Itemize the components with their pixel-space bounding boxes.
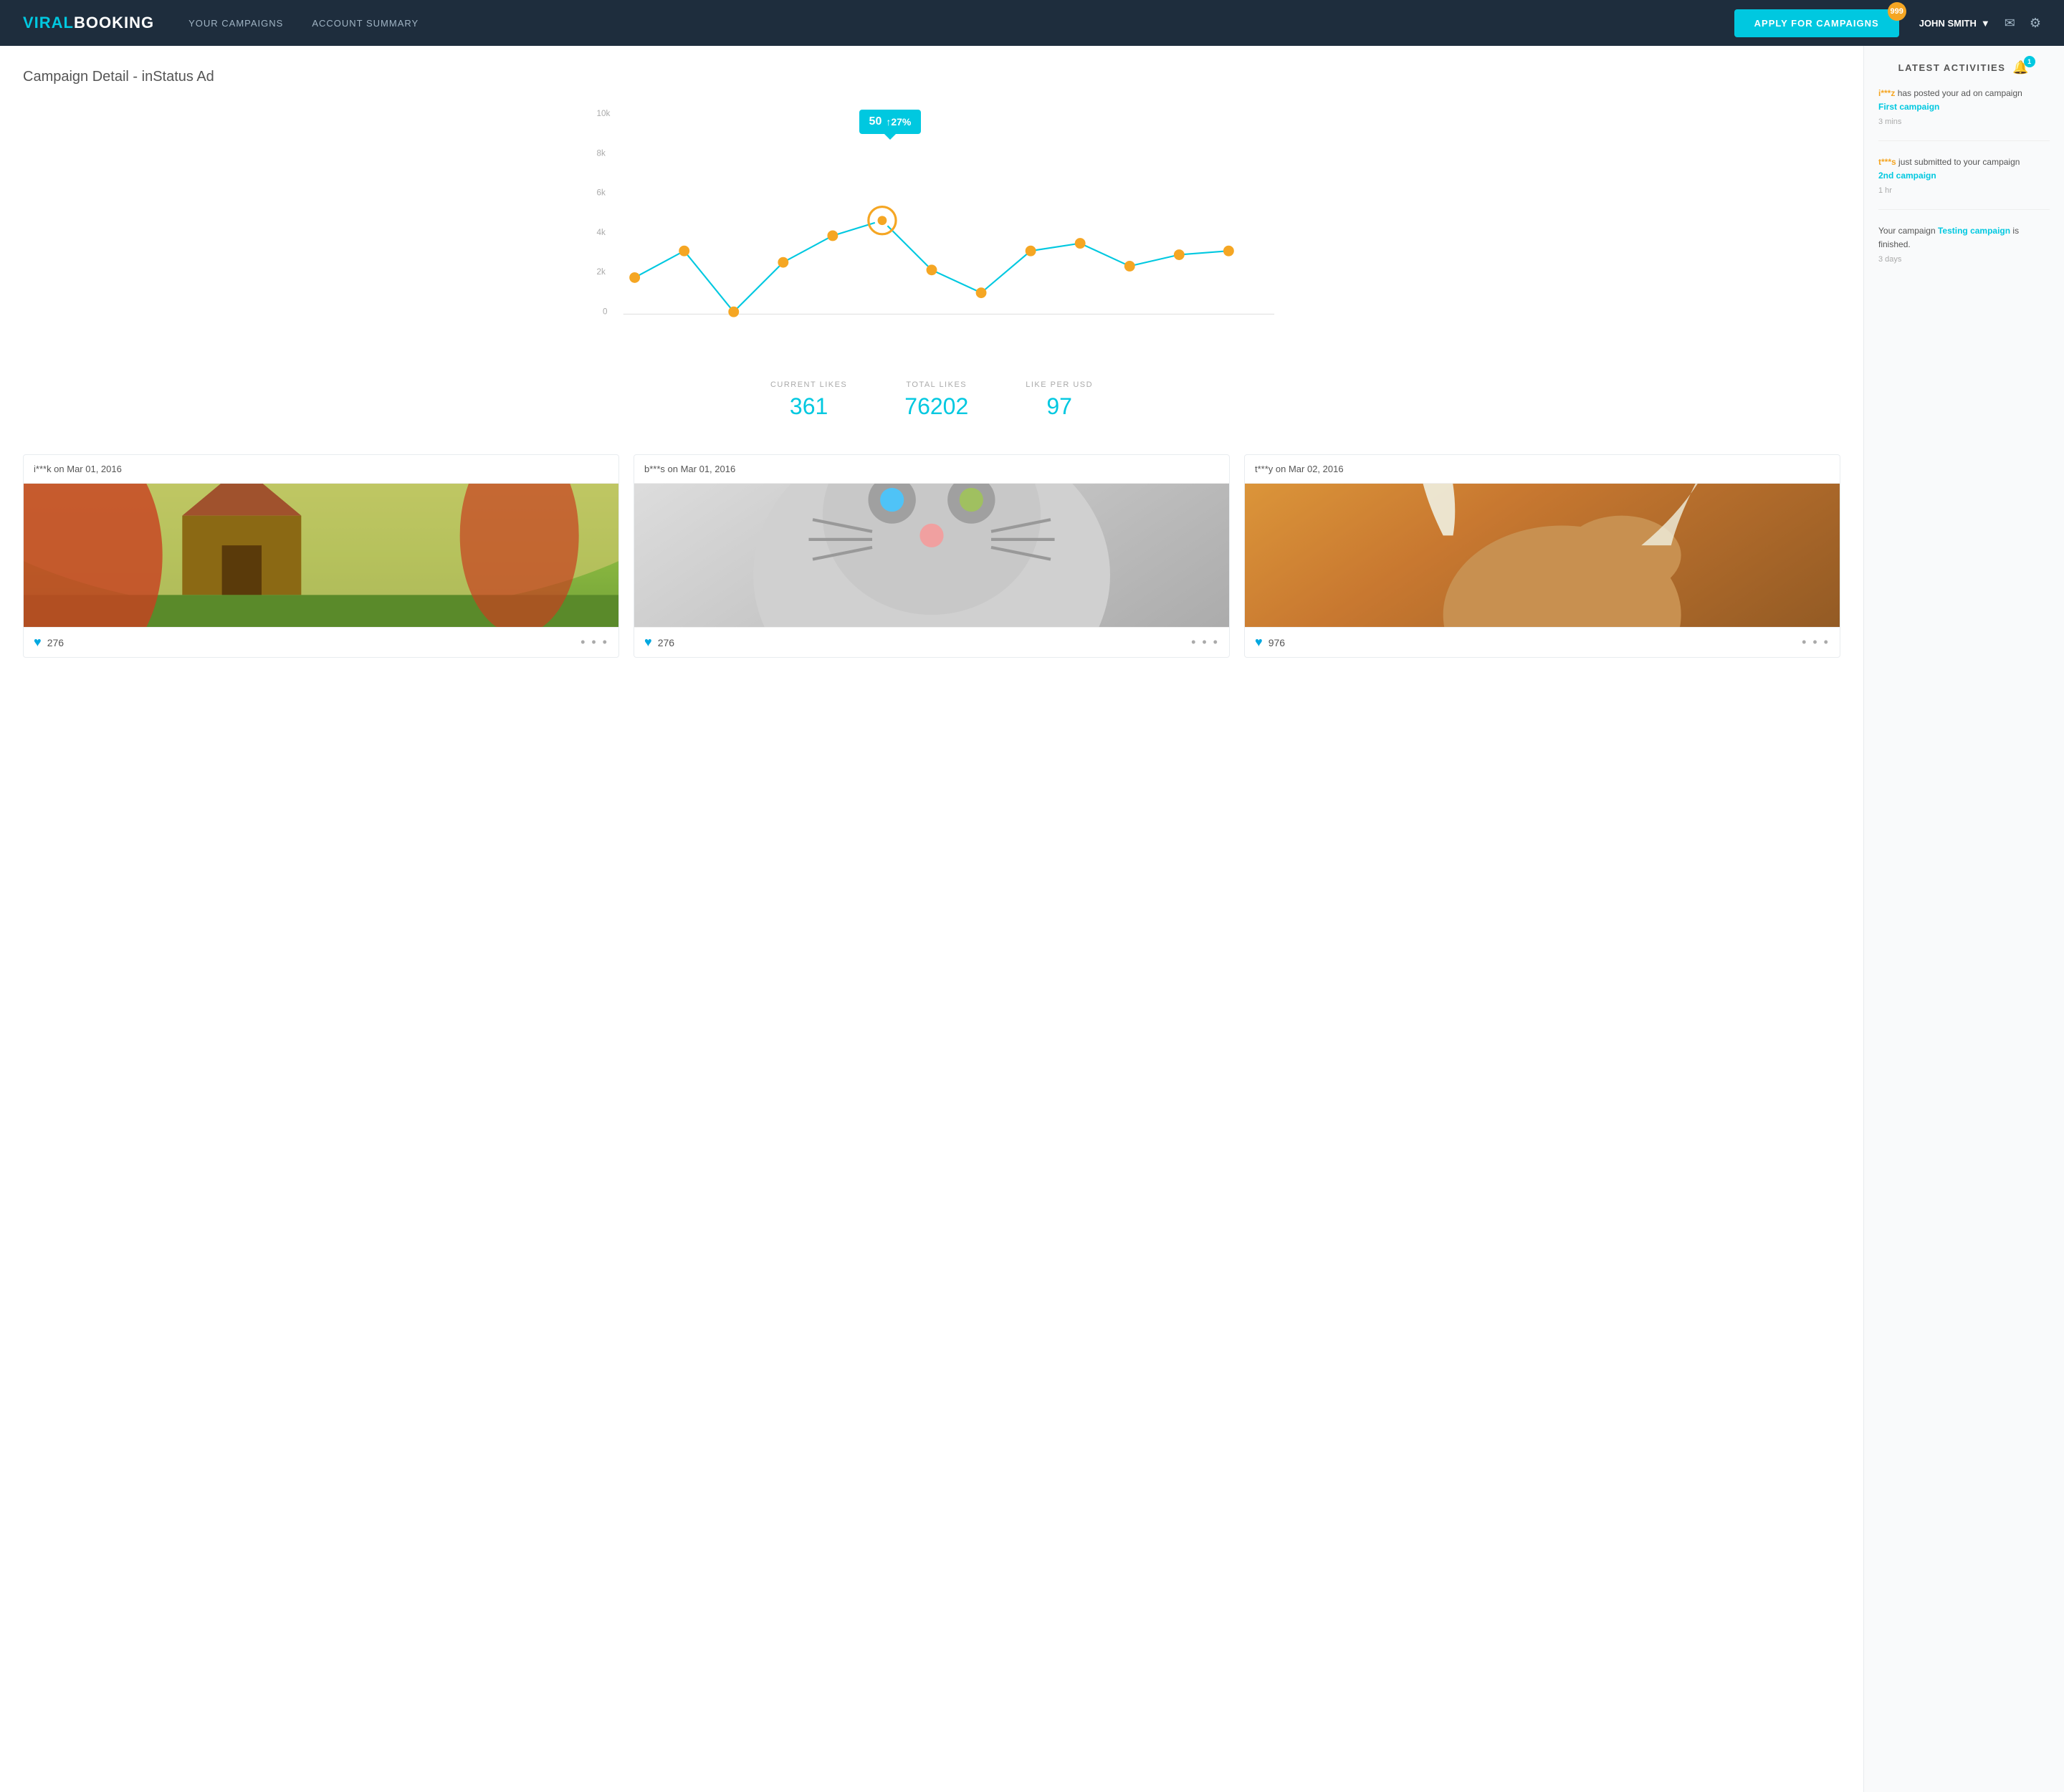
stat-value-total-likes: 76202 (904, 393, 968, 420)
card-cat-header: b***s on Mar 01, 2016 (634, 455, 1229, 484)
card-farm: i***k on Mar 01, 2016 (23, 454, 619, 658)
activity-action-text-0: has posted your ad on campaign (1898, 88, 2022, 98)
tooltip-arrow (884, 134, 896, 140)
tooltip-percent: ↑27% (886, 116, 911, 128)
username-text: JOHN SMITH (1919, 18, 1977, 29)
chart-dot-6 (927, 264, 937, 275)
card-horse: t***y on Mar 02, 2016 (1244, 454, 1840, 658)
y-label-4k: 4k (597, 228, 606, 237)
chart-svg: 10k 8k 6k 4k 2k 0 (23, 102, 1840, 346)
activity-link-2[interactable]: Testing campaign (1938, 226, 2010, 236)
apply-btn-wrapper: APPLY FOR CAMPAIGNS 999 (1734, 9, 1899, 37)
chart-dot-active-core (878, 216, 887, 225)
heart-icon-farm: ♥ (34, 635, 42, 650)
activity-user-1: t***s (1878, 157, 1896, 167)
card-horse-image (1245, 484, 1840, 627)
stats-row: CURRENT LIKES 361 TOTAL LIKES 76202 LIKE… (23, 369, 1840, 431)
chart-dot-11 (1174, 249, 1185, 260)
apply-for-campaigns-button[interactable]: APPLY FOR CAMPAIGNS (1734, 9, 1899, 37)
card-horse-likes: ♥ 976 (1255, 635, 1285, 650)
y-label-2k: 2k (597, 267, 606, 277)
gear-icon[interactable]: ⚙ (2030, 16, 2041, 31)
navbar-user: JOHN SMITH ▼ ✉ ⚙ (1919, 16, 2041, 31)
stat-value-like-per-usd: 97 (1026, 393, 1093, 420)
stat-label-current-likes: CURRENT LIKES (770, 380, 847, 389)
card-farm-image (24, 484, 618, 627)
apply-badge: 999 (1888, 2, 1906, 21)
card-farm-likes: ♥ 276 (34, 635, 64, 650)
activity-item-0: i***z has posted your ad on campaign Fir… (1878, 87, 2050, 141)
activity-time-1: 1 hr (1878, 185, 2050, 198)
chart-dot-4 (827, 231, 838, 241)
chart-dot-3 (778, 257, 788, 268)
stat-total-likes: TOTAL LIKES 76202 (904, 380, 968, 420)
stat-current-likes: CURRENT LIKES 361 (770, 380, 847, 420)
y-label-6k: 6k (597, 188, 606, 198)
activity-text-before-2: Your campaign (1878, 226, 1938, 236)
sidebar: LATEST ACTIVITIES 🔔 1 i***z has posted y… (1863, 46, 2064, 1792)
brand-viral: VIRAL (23, 14, 74, 32)
y-label-0: 0 (603, 307, 608, 316)
activity-link-1[interactable]: 2nd campaign (1878, 171, 1936, 181)
navbar: VIRALBOOKING YOUR CAMPAIGNS ACCOUNT SUMM… (0, 0, 2064, 46)
card-cat: b***s on Mar 01, 2016 (634, 454, 1230, 658)
activity-link-0[interactable]: First campaign (1878, 102, 1939, 112)
sidebar-title: LATEST ACTIVITIES 🔔 1 (1878, 60, 2050, 75)
username-dropdown[interactable]: JOHN SMITH ▼ (1919, 18, 1990, 29)
card-horse-footer: ♥ 976 • • • (1245, 627, 1840, 657)
page-layout: Campaign Detail - inStatus Ad 50 ↑27% 10… (0, 46, 2064, 1792)
sidebar-title-text: LATEST ACTIVITIES (1898, 62, 2006, 73)
brand-booking: BOOKING (74, 14, 154, 32)
bell-badge: 1 (2024, 56, 2035, 67)
card-horse-like-count: 976 (1268, 637, 1285, 648)
activity-user-0: i***z (1878, 88, 1895, 98)
card-cat-like-count: 276 (658, 637, 674, 648)
card-horse-header: t***y on Mar 02, 2016 (1245, 455, 1840, 484)
more-options-horse[interactable]: • • • (1802, 635, 1830, 650)
activity-item-1: t***s just submitted to your campaign 2n… (1878, 155, 2050, 210)
chart-dot-12 (1223, 246, 1234, 257)
activity-item-2: Your campaign Testing campaign is finish… (1878, 224, 2050, 278)
y-label-8k: 8k (597, 148, 606, 158)
chart-dot-8 (1026, 246, 1036, 257)
card-cat-footer: ♥ 276 • • • (634, 627, 1229, 657)
more-options-cat[interactable]: • • • (1191, 635, 1219, 650)
y-label-10k: 10k (597, 109, 611, 118)
activity-time-0: 3 mins (1878, 116, 2050, 129)
card-farm-footer: ♥ 276 • • • (24, 627, 618, 657)
chevron-down-icon: ▼ (1981, 18, 1990, 29)
bell-wrapper: 🔔 1 (2012, 60, 2030, 75)
tooltip-value: 50 (869, 115, 882, 128)
heart-icon-cat: ♥ (644, 635, 652, 650)
chart-dot-2 (728, 307, 739, 317)
main-content: Campaign Detail - inStatus Ad 50 ↑27% 10… (0, 46, 1863, 1792)
heart-icon-horse: ♥ (1255, 635, 1263, 650)
activity-action-text-1: just submitted to your campaign (1898, 157, 2020, 167)
chart-dot-0 (629, 272, 640, 283)
activity-time-2: 3 days (1878, 254, 2050, 267)
card-farm-header: i***k on Mar 01, 2016 (24, 455, 618, 484)
chart-dot-1 (679, 246, 689, 257)
card-cat-image (634, 484, 1229, 627)
card-cat-likes: ♥ 276 (644, 635, 674, 650)
brand-logo[interactable]: VIRALBOOKING (23, 14, 154, 32)
chart-container: 50 ↑27% 10k 8k 6k 4k 2k 0 (23, 102, 1840, 346)
page-title: Campaign Detail - inStatus Ad (23, 69, 1840, 85)
stat-value-current-likes: 361 (770, 393, 847, 420)
chart-tooltip: 50 ↑27% (859, 110, 922, 134)
chart-dot-9 (1075, 238, 1086, 249)
stat-label-total-likes: TOTAL LIKES (904, 380, 968, 389)
chart-dot-7 (976, 287, 987, 298)
nav-links: YOUR CAMPAIGNS ACCOUNT SUMMARY (188, 18, 1734, 29)
card-farm-like-count: 276 (47, 637, 64, 648)
more-options-farm[interactable]: • • • (580, 635, 608, 650)
chart-dot-10 (1124, 261, 1135, 272)
stat-like-per-usd: LIKE PER USD 97 (1026, 380, 1093, 420)
nav-account-summary[interactable]: ACCOUNT SUMMARY (312, 18, 419, 29)
cards-row: i***k on Mar 01, 2016 (23, 454, 1840, 658)
mail-icon[interactable]: ✉ (2005, 16, 2015, 31)
nav-your-campaigns[interactable]: YOUR CAMPAIGNS (188, 18, 283, 29)
stat-label-like-per-usd: LIKE PER USD (1026, 380, 1093, 389)
